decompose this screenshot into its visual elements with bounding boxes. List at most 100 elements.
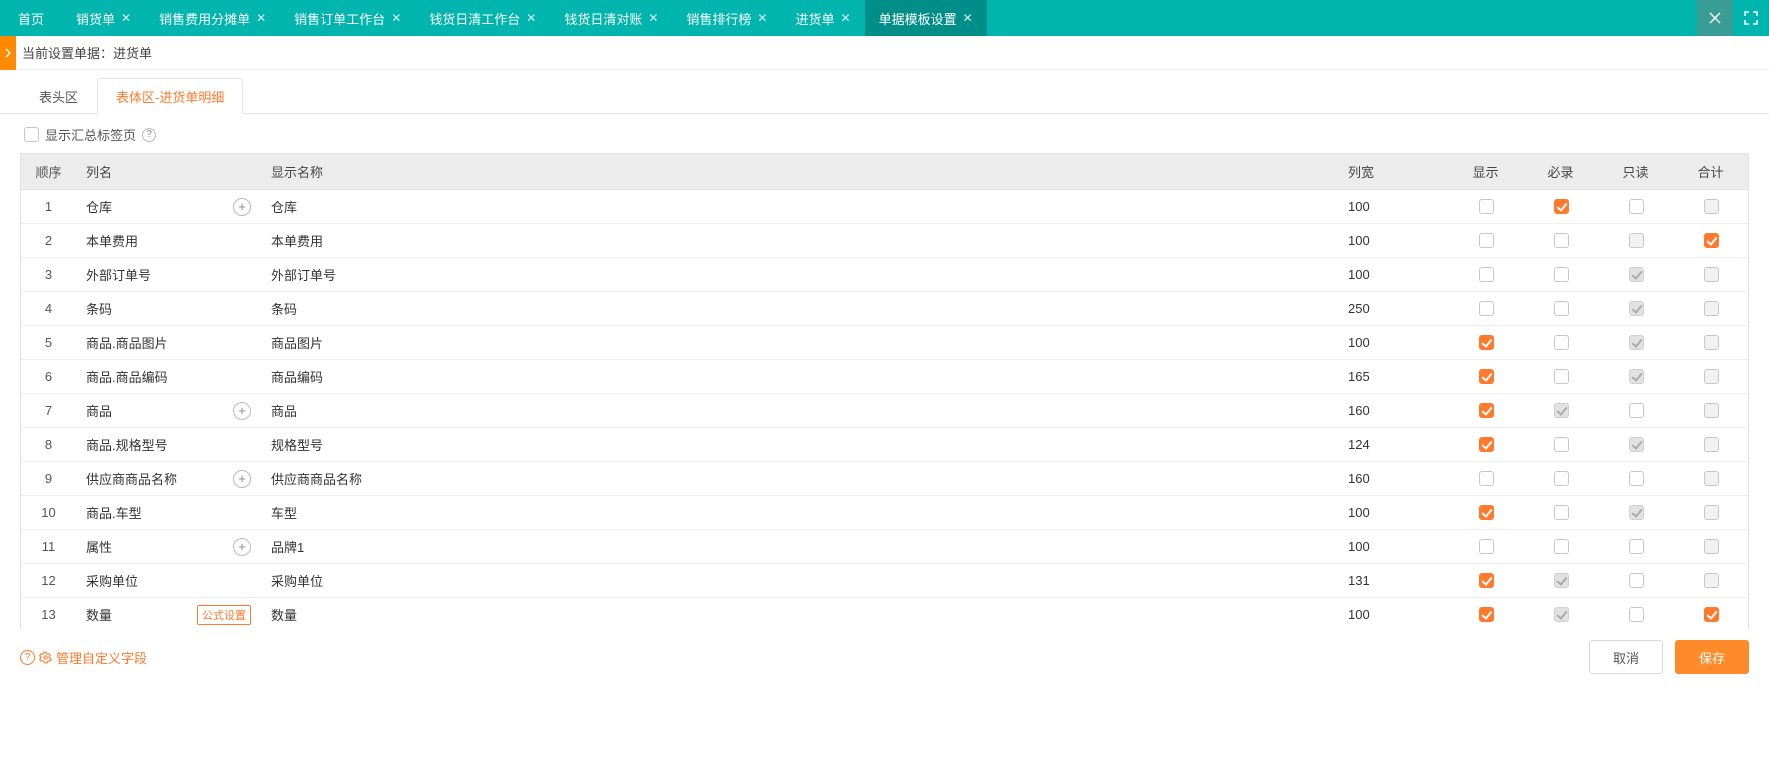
table-row[interactable]: 5商品.商品图片商品图片100 (21, 326, 1748, 360)
required-checkbox[interactable] (1554, 539, 1569, 554)
top-tab[interactable]: 销售订单工作台✕ (280, 0, 415, 36)
top-tab[interactable]: 销售费用分摊单✕ (145, 0, 280, 36)
add-icon[interactable]: + (233, 198, 251, 216)
cell-width[interactable]: 160 (1338, 397, 1448, 424)
show-checkbox[interactable] (1479, 573, 1494, 588)
required-checkbox[interactable] (1554, 369, 1569, 384)
cell-width[interactable]: 100 (1338, 193, 1448, 220)
required-checkbox[interactable] (1554, 301, 1569, 316)
tab-header-area[interactable]: 表头区 (20, 78, 97, 114)
cell-dispname[interactable]: 仓库 (261, 191, 1338, 222)
close-icon[interactable]: ✕ (121, 11, 131, 25)
sum-checkbox[interactable] (1704, 607, 1719, 622)
top-tab[interactable]: 销货单✕ (62, 0, 145, 36)
readonly-checkbox[interactable] (1629, 199, 1644, 214)
top-tab[interactable]: 钱货日清工作台✕ (415, 0, 550, 36)
close-icon[interactable]: ✕ (256, 11, 266, 25)
cell-dispname[interactable]: 条码 (261, 293, 1338, 324)
help-icon[interactable]: ? (142, 128, 156, 142)
cell-width[interactable]: 100 (1338, 329, 1448, 356)
table-row[interactable]: 7商品+商品160 (21, 394, 1748, 428)
top-tab[interactable]: 进货单✕ (781, 0, 864, 36)
readonly-checkbox[interactable] (1629, 471, 1644, 486)
readonly-checkbox[interactable] (1629, 403, 1644, 418)
sum-checkbox[interactable] (1704, 233, 1719, 248)
table-row[interactable]: 4条码条码250 (21, 292, 1748, 326)
required-checkbox[interactable] (1554, 267, 1569, 282)
required-checkbox[interactable] (1554, 505, 1569, 520)
table-row[interactable]: 2本单费用本单费用100 (21, 224, 1748, 258)
add-icon[interactable]: + (233, 402, 251, 420)
required-checkbox[interactable] (1554, 199, 1569, 214)
tab-body-area[interactable]: 表体区-进货单明细 (97, 78, 243, 114)
expand-chevron-icon[interactable] (0, 36, 16, 70)
cell-dispname[interactable]: 供应商商品名称 (261, 463, 1338, 494)
cell-dispname[interactable]: 商品图片 (261, 327, 1338, 358)
show-checkbox[interactable] (1479, 505, 1494, 520)
formula-settings-button[interactable]: 公式设置 (197, 605, 251, 625)
grid-body[interactable]: 1仓库+仓库1002本单费用本单费用1003外部订单号外部订单号1004条码条码… (20, 190, 1749, 630)
cell-width[interactable]: 100 (1338, 499, 1448, 526)
show-checkbox[interactable] (1479, 539, 1494, 554)
manage-custom-fields-link[interactable]: ? 管理自定义字段 (20, 648, 147, 667)
show-checkbox[interactable] (1479, 471, 1494, 486)
cell-width[interactable]: 131 (1338, 567, 1448, 594)
cell-width[interactable]: 165 (1338, 363, 1448, 390)
close-icon[interactable]: ✕ (391, 11, 401, 25)
add-icon[interactable]: + (233, 538, 251, 556)
show-checkbox[interactable] (1479, 199, 1494, 214)
cell-width[interactable]: 100 (1338, 261, 1448, 288)
show-checkbox[interactable] (1479, 267, 1494, 282)
cell-dispname[interactable]: 数量 (261, 599, 1338, 630)
cell-width[interactable]: 100 (1338, 533, 1448, 560)
readonly-checkbox[interactable] (1629, 573, 1644, 588)
table-row[interactable]: 13数量公式设置数量100 (21, 598, 1748, 630)
required-checkbox[interactable] (1554, 437, 1569, 452)
table-row[interactable]: 12采购单位采购单位131 (21, 564, 1748, 598)
table-row[interactable]: 9供应商商品名称+供应商商品名称160 (21, 462, 1748, 496)
top-tab[interactable]: 单据模板设置✕ (865, 0, 987, 36)
cell-dispname[interactable]: 采购单位 (261, 565, 1338, 596)
fullscreen-button[interactable] (1733, 0, 1769, 36)
table-row[interactable]: 6商品.商品编码商品编码165 (21, 360, 1748, 394)
save-button[interactable]: 保存 (1675, 640, 1749, 674)
cell-dispname[interactable]: 商品 (261, 395, 1338, 426)
cell-dispname[interactable]: 外部订单号 (261, 259, 1338, 290)
required-checkbox[interactable] (1554, 335, 1569, 350)
top-tab[interactable]: 钱货日清对账✕ (550, 0, 672, 36)
close-icon[interactable]: ✕ (841, 11, 851, 25)
cell-dispname[interactable]: 车型 (261, 497, 1338, 528)
add-icon[interactable]: + (233, 470, 251, 488)
cell-dispname[interactable]: 商品编码 (261, 361, 1338, 392)
required-checkbox[interactable] (1554, 233, 1569, 248)
show-checkbox[interactable] (1479, 437, 1494, 452)
show-summary-checkbox[interactable] (24, 127, 39, 142)
show-checkbox[interactable] (1479, 233, 1494, 248)
table-row[interactable]: 1仓库+仓库100 (21, 190, 1748, 224)
table-row[interactable]: 10商品.车型车型100 (21, 496, 1748, 530)
show-checkbox[interactable] (1479, 301, 1494, 316)
cell-dispname[interactable]: 品牌1 (261, 531, 1338, 562)
readonly-checkbox[interactable] (1629, 539, 1644, 554)
close-all-tabs-button[interactable] (1697, 0, 1733, 36)
cell-dispname[interactable]: 规格型号 (261, 429, 1338, 460)
close-icon[interactable]: ✕ (526, 11, 536, 25)
cell-width[interactable]: 100 (1338, 601, 1448, 628)
required-checkbox[interactable] (1554, 471, 1569, 486)
show-checkbox[interactable] (1479, 403, 1494, 418)
show-checkbox[interactable] (1479, 607, 1494, 622)
cell-dispname[interactable]: 本单费用 (261, 225, 1338, 256)
cell-width[interactable]: 160 (1338, 465, 1448, 492)
top-tab[interactable]: 首页 (0, 0, 62, 36)
show-checkbox[interactable] (1479, 335, 1494, 350)
close-icon[interactable]: ✕ (648, 11, 658, 25)
table-row[interactable]: 3外部订单号外部订单号100 (21, 258, 1748, 292)
table-row[interactable]: 8商品.规格型号规格型号124 (21, 428, 1748, 462)
readonly-checkbox[interactable] (1629, 607, 1644, 622)
cell-width[interactable]: 250 (1338, 295, 1448, 322)
close-icon[interactable]: ✕ (757, 11, 767, 25)
cell-width[interactable]: 100 (1338, 227, 1448, 254)
top-tab[interactable]: 销售排行榜✕ (672, 0, 781, 36)
cell-width[interactable]: 124 (1338, 431, 1448, 458)
close-icon[interactable]: ✕ (963, 11, 973, 25)
